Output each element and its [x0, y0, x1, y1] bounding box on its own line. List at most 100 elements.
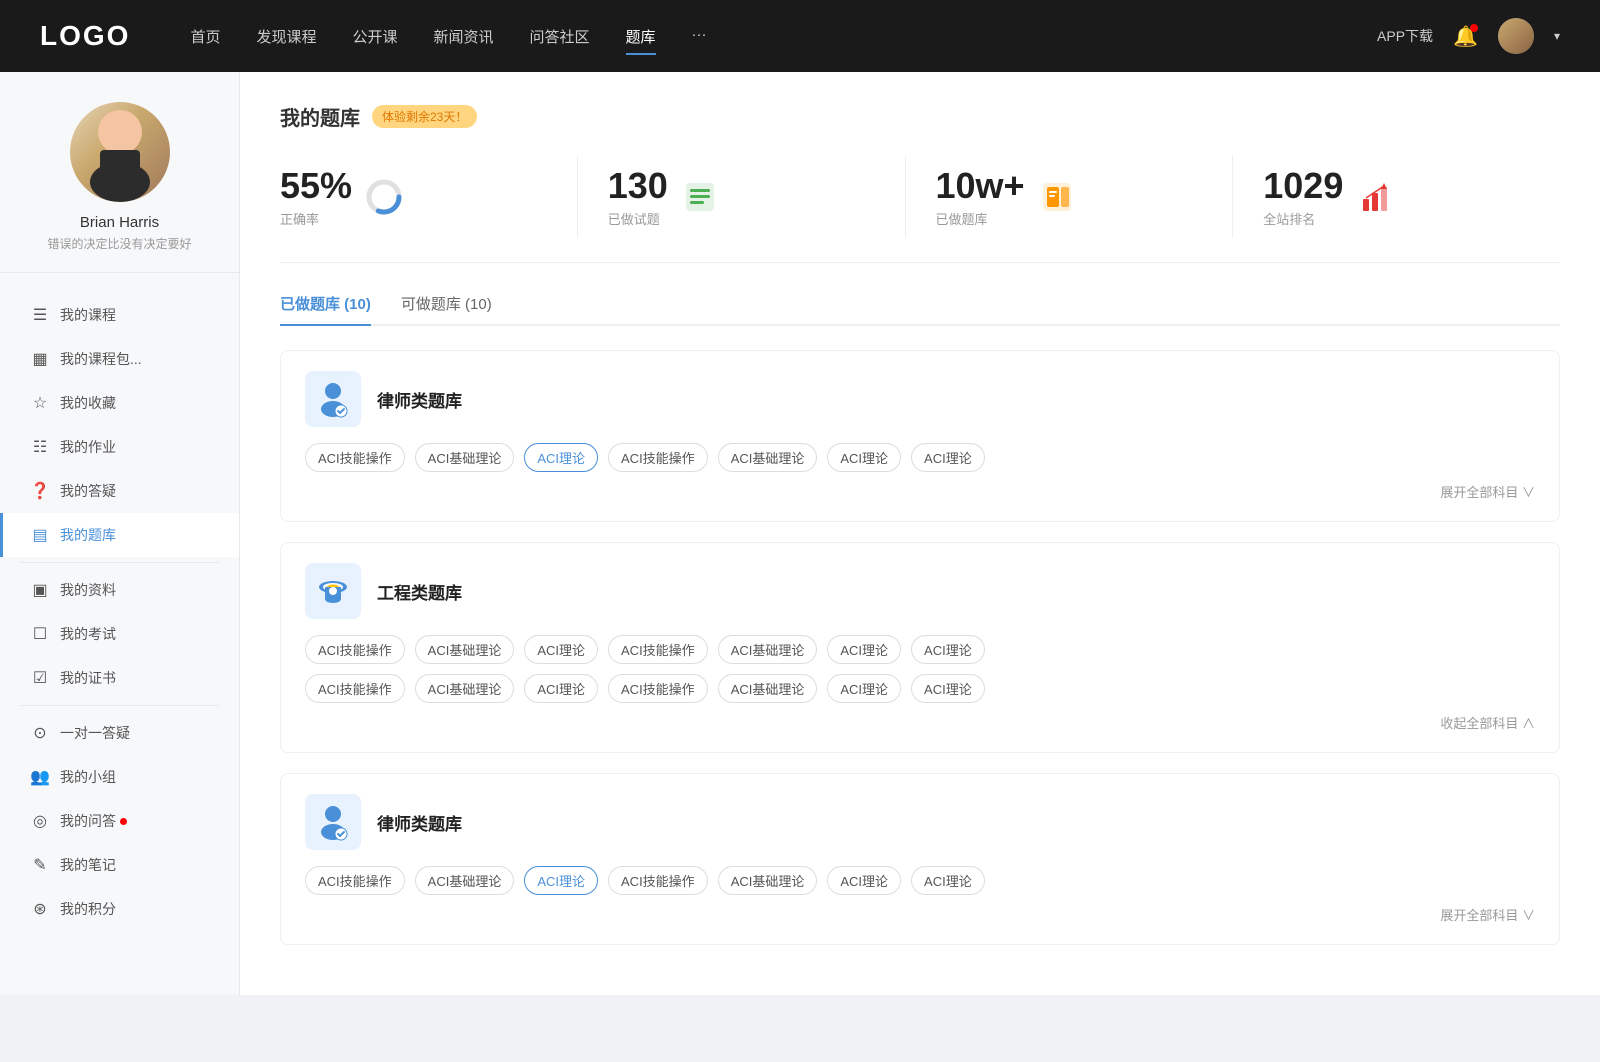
nav-home[interactable]: 首页	[190, 22, 220, 51]
list-icon-svg	[682, 179, 718, 215]
stat-banks-label: 已做题库	[936, 209, 1025, 228]
sidebar-item-certificates[interactable]: ☑ 我的证书	[0, 656, 239, 700]
tag-eng1-r1-3[interactable]: ACI技能操作	[608, 635, 708, 664]
sidebar-item-exams[interactable]: ☐ 我的考试	[0, 612, 239, 656]
stat-done-questions: 130 已做试题	[608, 155, 906, 238]
tag-eng1-r1-0[interactable]: ACI技能操作	[305, 635, 405, 664]
tag-lawyer2-1[interactable]: ACI基础理论	[415, 866, 515, 895]
sidebar-item-notes[interactable]: ✎ 我的笔记	[0, 843, 239, 887]
sidebar-label-homework: 我的作业	[60, 437, 116, 457]
lawyer-svg-2	[313, 802, 353, 842]
sidebar-item-profile-data[interactable]: ▣ 我的资料	[0, 568, 239, 612]
tag-lawyer1-6[interactable]: ACI理论	[911, 443, 985, 472]
notification-bell[interactable]: 🔔	[1453, 24, 1478, 49]
sidebar-item-one-on-one[interactable]: ⊙ 一对一答疑	[0, 711, 239, 755]
tags-row-lawyer2: ACI技能操作 ACI基础理论 ACI理论 ACI技能操作 ACI基础理论 AC…	[305, 866, 1535, 895]
tag-eng1-r1-1[interactable]: ACI基础理论	[415, 635, 515, 664]
sidebar-label-certificates: 我的证书	[60, 668, 116, 688]
qbank-header-lawyer2: 律师类题库	[305, 794, 1535, 850]
tag-lawyer2-6[interactable]: ACI理论	[911, 866, 985, 895]
sidebar-item-points[interactable]: ⊛ 我的积分	[0, 887, 239, 931]
tag-eng1-r2-4[interactable]: ACI基础理论	[718, 674, 818, 703]
tag-eng1-r1-6[interactable]: ACI理论	[911, 635, 985, 664]
tag-lawyer1-0[interactable]: ACI技能操作	[305, 443, 405, 472]
avatar-silhouette	[70, 102, 170, 202]
avatar[interactable]	[1498, 18, 1534, 54]
tag-eng1-r2-6[interactable]: ACI理论	[911, 674, 985, 703]
nav-discover[interactable]: 发现课程	[256, 22, 316, 51]
stat-banks-number: 10w+	[936, 165, 1025, 207]
engineer-svg-1	[313, 571, 353, 611]
notification-badge	[1470, 24, 1478, 32]
sidebar-label-answers: 我的答疑	[60, 481, 116, 501]
tag-lawyer1-5[interactable]: ACI理论	[827, 443, 901, 472]
sidebar-label-groups: 我的小组	[60, 767, 116, 787]
tag-eng1-r1-5[interactable]: ACI理论	[827, 635, 901, 664]
profile-name: Brian Harris	[80, 214, 159, 231]
tag-lawyer2-4[interactable]: ACI基础理论	[718, 866, 818, 895]
tab-available-banks[interactable]: 可做题库 (10)	[401, 293, 492, 324]
book-icon-svg	[1039, 179, 1075, 215]
sidebar-item-course-packages[interactable]: ▦ 我的课程包...	[0, 337, 239, 381]
tag-eng1-r2-3[interactable]: ACI技能操作	[608, 674, 708, 703]
sidebar-item-answers[interactable]: ❓ 我的答疑	[0, 469, 239, 513]
tag-lawyer1-1[interactable]: ACI基础理论	[415, 443, 515, 472]
nav-more[interactable]: ···	[692, 22, 707, 51]
tag-eng1-r2-2[interactable]: ACI理论	[524, 674, 598, 703]
tags-row-engineer1-row1: ACI技能操作 ACI基础理论 ACI理论 ACI技能操作 ACI基础理论 AC…	[305, 635, 1535, 664]
bar-chart-svg	[1357, 179, 1393, 215]
header: LOGO 首页 发现课程 公开课 新闻资讯 问答社区 题库 ··· APP下载 …	[0, 0, 1600, 72]
tag-eng1-r2-1[interactable]: ACI基础理论	[415, 674, 515, 703]
tag-lawyer2-2[interactable]: ACI理论	[524, 866, 598, 895]
collapse-link-engineer1[interactable]: 收起全部科目 ∧	[305, 713, 1535, 732]
tag-lawyer1-4[interactable]: ACI基础理论	[718, 443, 818, 472]
one-on-one-icon: ⊙	[30, 723, 50, 743]
sidebar-label-profile-data: 我的资料	[60, 580, 116, 600]
tag-lawyer2-5[interactable]: ACI理论	[827, 866, 901, 895]
qbank-card-lawyer2: 律师类题库 ACI技能操作 ACI基础理论 ACI理论 ACI技能操作 ACI基…	[280, 773, 1560, 945]
tag-eng1-r1-4[interactable]: ACI基础理论	[718, 635, 818, 664]
sidebar-item-favorites[interactable]: ☆ 我的收藏	[0, 381, 239, 425]
expand-link-lawyer1[interactable]: 展开全部科目 ∨	[305, 482, 1535, 501]
main-nav: 首页 发现课程 公开课 新闻资讯 问答社区 题库 ···	[190, 22, 1377, 51]
stat-accuracy-left: 55% 正确率	[280, 165, 352, 228]
notes-icon: ✎	[30, 855, 50, 875]
tag-eng1-r1-2[interactable]: ACI理论	[524, 635, 598, 664]
sidebar-label-notes: 我的笔记	[60, 855, 116, 875]
main-layout: Brian Harris 错误的决定比没有决定要好 ☰ 我的课程 ▦ 我的课程包…	[0, 72, 1600, 995]
sidebar-item-my-qa[interactable]: ◎ 我的问答	[0, 799, 239, 843]
app-download-button[interactable]: APP下载	[1377, 26, 1433, 46]
sidebar-item-groups[interactable]: 👥 我的小组	[0, 755, 239, 799]
tag-lawyer1-2[interactable]: ACI理论	[524, 443, 598, 472]
main-content: 我的题库 体验剩余23天！ 55% 正确率	[240, 72, 1600, 995]
tab-done-banks[interactable]: 已做题库 (10)	[280, 293, 371, 324]
qbank-card-engineer1: 工程类题库 ACI技能操作 ACI基础理论 ACI理论 ACI技能操作 ACI基…	[280, 542, 1560, 753]
exams-icon: ☐	[30, 624, 50, 644]
sidebar-label-favorites: 我的收藏	[60, 393, 116, 413]
avatar-dropdown-chevron[interactable]: ▾	[1554, 29, 1560, 43]
book-icon	[1037, 177, 1077, 217]
points-icon: ⊛	[30, 899, 50, 919]
nav-open-course[interactable]: 公开课	[352, 22, 397, 51]
tag-lawyer2-3[interactable]: ACI技能操作	[608, 866, 708, 895]
package-icon: ▦	[30, 349, 50, 369]
list-icon	[680, 177, 720, 217]
nav-qbank[interactable]: 题库	[626, 22, 656, 51]
sidebar-item-homework[interactable]: ☷ 我的作业	[0, 425, 239, 469]
tabs-row: 已做题库 (10) 可做题库 (10)	[280, 293, 1560, 326]
nav-news[interactable]: 新闻资讯	[434, 22, 494, 51]
tag-eng1-r2-5[interactable]: ACI理论	[827, 674, 901, 703]
tag-eng1-r2-0[interactable]: ACI技能操作	[305, 674, 405, 703]
course-icon: ☰	[30, 305, 50, 325]
expand-link-lawyer2[interactable]: 展开全部科目 ∨	[305, 905, 1535, 924]
stat-accuracy-label: 正确率	[280, 209, 352, 228]
groups-icon: 👥	[30, 767, 50, 787]
tag-lawyer1-3[interactable]: ACI技能操作	[608, 443, 708, 472]
sidebar-item-qbank[interactable]: ▤ 我的题库	[0, 513, 239, 557]
stat-done-number: 130	[608, 165, 668, 207]
tag-lawyer2-0[interactable]: ACI技能操作	[305, 866, 405, 895]
stat-accuracy: 55% 正确率	[280, 155, 578, 238]
sidebar-item-my-courses[interactable]: ☰ 我的课程	[0, 293, 239, 337]
nav-qa[interactable]: 问答社区	[530, 22, 590, 51]
stat-done-left: 130 已做试题	[608, 165, 668, 228]
